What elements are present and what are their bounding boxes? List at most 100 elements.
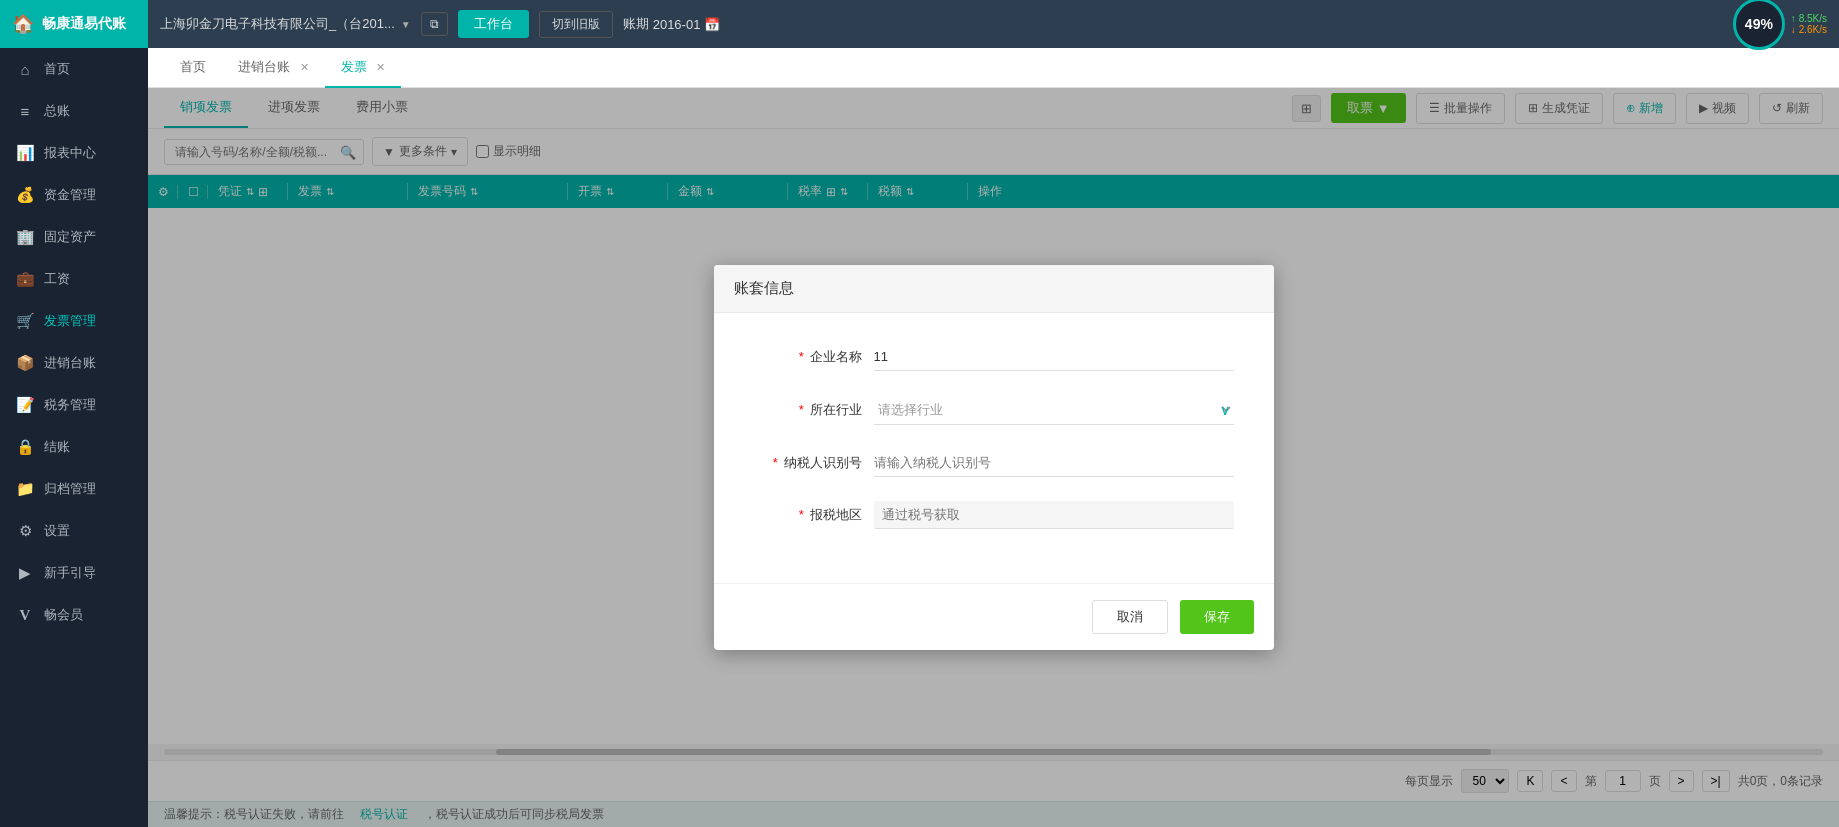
sidebar: 🏠 畅康通易代账 ⌂ 首页 ≡ 总账 📊 报表中心 💰 资金管理 🏢 固定资产 …	[0, 0, 148, 827]
speed-display: 49% ↑ 8.5K/s ↓ 2.6K/s	[1733, 0, 1827, 50]
sidebar-item-purchase[interactable]: 📦 进销台账	[0, 342, 148, 384]
sidebar-item-label: 发票管理	[44, 312, 96, 330]
industry-select-wrap: 请选择行业 ∨	[874, 395, 1234, 425]
sidebar-item-archive[interactable]: 📁 归档管理	[0, 468, 148, 510]
form-row-company: * 企业名称	[754, 343, 1234, 371]
form-row-taxid: * 纳税人识别号	[754, 449, 1234, 477]
topbar: 上海卯金刀电子科技有限公司_（台201... ▼ ⧉ 工作台 切到旧版 账期 2…	[148, 0, 1839, 48]
tax-id-input[interactable]	[874, 449, 1234, 477]
tab-home[interactable]: 首页	[164, 48, 222, 88]
sidebar-item-settings[interactable]: ⚙ 设置	[0, 510, 148, 552]
sidebar-item-ledger[interactable]: ≡ 总账	[0, 90, 148, 132]
assets-icon: 🏢	[16, 228, 34, 246]
industry-select[interactable]: 请选择行业	[874, 395, 1234, 424]
taxid-label: * 纳税人识别号	[754, 454, 874, 472]
member-icon: V	[16, 607, 34, 624]
sidebar-item-member[interactable]: V 畅会员	[0, 594, 148, 636]
sidebar-item-label: 归档管理	[44, 480, 96, 498]
tax-icon: 📝	[16, 396, 34, 414]
sidebar-item-label: 结账	[44, 438, 70, 456]
sidebar-item-home[interactable]: ⌂ 首页	[0, 48, 148, 90]
period-label: 账期	[623, 15, 649, 33]
sidebar-item-invoice[interactable]: 🛒 发票管理	[0, 300, 148, 342]
sidebar-item-label: 设置	[44, 522, 70, 540]
sidebar-item-close[interactable]: 🔒 结账	[0, 426, 148, 468]
save-button[interactable]: 保存	[1180, 600, 1254, 634]
workbench-btn[interactable]: 工作台	[458, 10, 529, 38]
required-star: *	[799, 507, 804, 522]
sidebar-item-label: 首页	[44, 60, 70, 78]
sidebar-item-label: 工资	[44, 270, 70, 288]
sidebar-item-label: 固定资产	[44, 228, 96, 246]
switch-old-btn[interactable]: 切到旧版	[539, 11, 613, 38]
dialog-title: 账套信息	[734, 279, 794, 296]
sidebar-item-salary[interactable]: 💼 工资	[0, 258, 148, 300]
form-row-taxregion: * 报税地区	[754, 501, 1234, 529]
speed-up: ↑ 8.5K/s	[1791, 13, 1827, 24]
sidebar-item-label: 新手引导	[44, 564, 96, 582]
sidebar-item-label: 总账	[44, 102, 70, 120]
sidebar-item-finance[interactable]: 💰 资金管理	[0, 174, 148, 216]
topbar-right: 49% ↑ 8.5K/s ↓ 2.6K/s	[1733, 0, 1827, 50]
home-icon: ⌂	[16, 61, 34, 78]
tab-invoice-label: 发票	[341, 59, 367, 74]
tax-region-input	[874, 501, 1234, 529]
close-icon: 🔒	[16, 438, 34, 456]
finance-icon: 💰	[16, 186, 34, 204]
cancel-button[interactable]: 取消	[1092, 600, 1168, 634]
app-logo: 🏠 畅康通易代账	[0, 0, 148, 48]
sidebar-item-label: 进销台账	[44, 354, 96, 372]
company-name: 上海卯金刀电子科技有限公司_（台201...	[160, 15, 395, 33]
sidebar-item-label: 报表中心	[44, 144, 96, 162]
tabbar: 首页 进销台账 ✕ 发票 ✕	[148, 48, 1839, 88]
dialog: 账套信息 * 企业名称	[714, 265, 1274, 650]
logo-text: 畅康通易代账	[42, 15, 126, 33]
speed-indicator: 49%	[1733, 0, 1785, 50]
invoice-icon: 🛒	[16, 312, 34, 330]
copy-btn[interactable]: ⧉	[421, 12, 448, 36]
settings-icon: ⚙	[16, 522, 34, 540]
content-area: 销项发票 进项发票 费用小票 ⊞ 取票 ▼	[148, 88, 1839, 827]
sidebar-item-label: 畅会员	[44, 606, 83, 624]
dialog-header: 账套信息	[714, 265, 1274, 313]
speed-down: ↓ 2.6K/s	[1791, 24, 1827, 35]
required-star: *	[799, 402, 804, 417]
speed-stats: ↑ 8.5K/s ↓ 2.6K/s	[1791, 13, 1827, 35]
tab-purchase[interactable]: 进销台账 ✕	[222, 48, 325, 88]
sidebar-item-guide[interactable]: ▶ 新手引导	[0, 552, 148, 594]
form-row-industry: * 所在行业 请选择行业 ∨	[754, 395, 1234, 425]
company-name-input[interactable]	[874, 343, 1234, 371]
sidebar-item-assets[interactable]: 🏢 固定资产	[0, 216, 148, 258]
tab-invoice[interactable]: 发票 ✕	[325, 48, 402, 88]
period-display: 账期 2016-01 📅	[623, 15, 721, 33]
company-selector[interactable]: 上海卯金刀电子科技有限公司_（台201... ▼	[160, 15, 411, 33]
required-star: *	[773, 455, 778, 470]
archive-icon: 📁	[16, 480, 34, 498]
sidebar-item-reports[interactable]: 📊 报表中心	[0, 132, 148, 174]
guide-icon: ▶	[16, 564, 34, 582]
dialog-footer: 取消 保存	[714, 583, 1274, 650]
industry-chevron-down-icon: ∨	[1220, 402, 1230, 418]
period-value: 2016-01	[653, 17, 701, 32]
main-content: 上海卯金刀电子科技有限公司_（台201... ▼ ⧉ 工作台 切到旧版 账期 2…	[148, 0, 1839, 827]
sidebar-item-label: 税务管理	[44, 396, 96, 414]
speed-percent: 49%	[1745, 16, 1773, 32]
tab-purchase-close-icon[interactable]: ✕	[300, 61, 309, 73]
dialog-overlay: 账套信息 * 企业名称	[148, 88, 1839, 827]
logo-icon: 🏠	[12, 13, 34, 35]
sidebar-item-label: 资金管理	[44, 186, 96, 204]
tab-invoice-close-icon[interactable]: ✕	[376, 61, 385, 73]
ledger-icon: ≡	[16, 103, 34, 120]
required-star: *	[799, 349, 804, 364]
dialog-body: * 企业名称 * 所在行业	[714, 313, 1274, 583]
chevron-down-icon: ▼	[401, 19, 411, 30]
reports-icon: 📊	[16, 144, 34, 162]
purchase-icon: 📦	[16, 354, 34, 372]
industry-label: * 所在行业	[754, 401, 874, 419]
calendar-icon[interactable]: 📅	[704, 17, 720, 32]
sidebar-item-tax[interactable]: 📝 税务管理	[0, 384, 148, 426]
salary-icon: 💼	[16, 270, 34, 288]
taxregion-label: * 报税地区	[754, 506, 874, 524]
tab-home-label: 首页	[180, 59, 206, 74]
tab-purchase-label: 进销台账	[238, 59, 290, 74]
